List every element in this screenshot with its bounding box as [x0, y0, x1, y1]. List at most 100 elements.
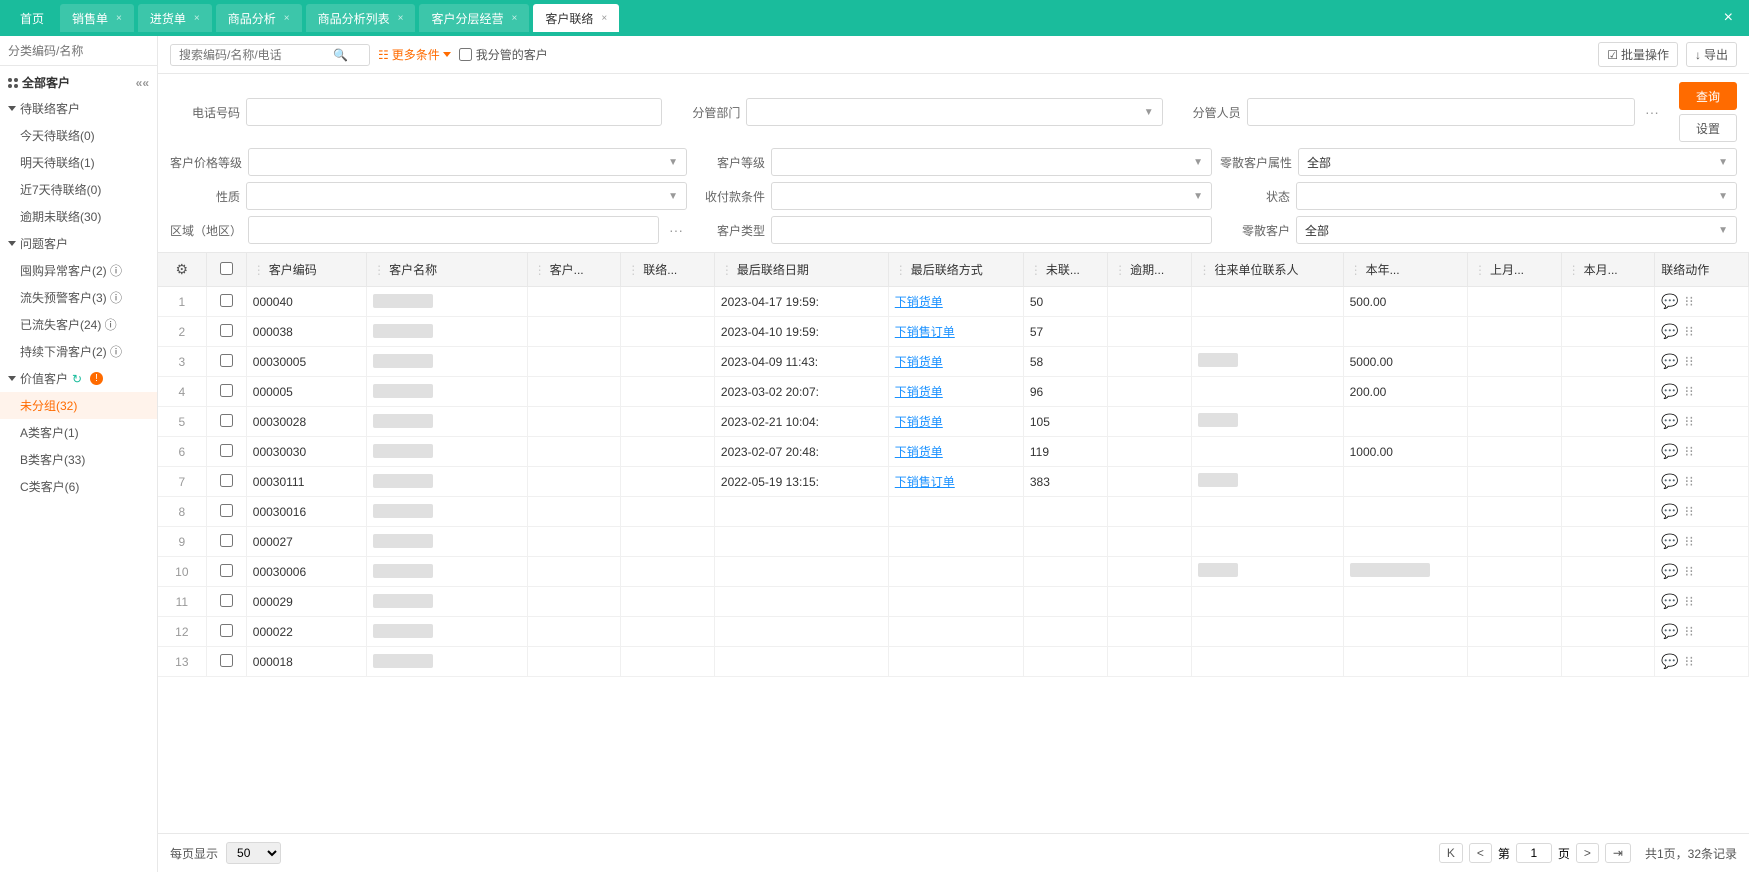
method-sort[interactable]: 最后联络方式	[895, 261, 1017, 278]
more-action-icon[interactable]: ⁝⁝	[1685, 353, 1694, 370]
sidebar-item-today[interactable]: 今天待联络(0)	[0, 122, 157, 149]
overdue-sort[interactable]: 逾期...	[1114, 261, 1185, 278]
refresh-icon[interactable]: ↻	[72, 372, 82, 386]
reset-button[interactable]: 设置	[1679, 114, 1737, 142]
sidebar-item-7days[interactable]: 近7天待联络(0)	[0, 176, 157, 203]
row-checkbox[interactable]	[220, 384, 233, 397]
col-date-header[interactable]: 最后联络日期	[714, 253, 888, 287]
chat-icon[interactable]: 💬	[1661, 563, 1678, 580]
scatter-attr-select[interactable]: 全部 ▼	[1298, 148, 1737, 176]
page-size-select[interactable]: 50 100 200	[226, 842, 281, 864]
chat-icon[interactable]: 💬	[1661, 413, 1678, 430]
nav-tab-customer-contact[interactable]: 客户联络 ×	[533, 4, 619, 32]
row-checkbox[interactable]	[220, 624, 233, 637]
row-checkbox[interactable]	[220, 414, 233, 427]
dept-select[interactable]: ▼	[746, 98, 1162, 126]
close-customer-layer-icon[interactable]: ×	[511, 13, 517, 24]
next-page-button[interactable]: >	[1576, 843, 1599, 863]
first-page-button[interactable]: K	[1439, 843, 1463, 863]
nav-tab-analysis-list[interactable]: 商品分析列表 ×	[306, 4, 416, 32]
select-all-checkbox[interactable]	[220, 262, 233, 275]
chat-icon[interactable]: 💬	[1661, 443, 1678, 460]
contact-method-link[interactable]: 下销货单	[895, 415, 943, 429]
nav-home-tab[interactable]: 首页	[8, 4, 56, 32]
export-button[interactable]: ↓ 导出	[1686, 42, 1737, 67]
sidebar-item-overdue[interactable]: 逾期未联络(30)	[0, 203, 157, 230]
page-number-input[interactable]	[1516, 843, 1552, 863]
manager-input[interactable]	[1247, 98, 1635, 126]
chat-icon[interactable]: 💬	[1661, 623, 1678, 640]
col-thisyear-header[interactable]: 本年...	[1343, 253, 1467, 287]
more-action-icon[interactable]: ⁝⁝	[1685, 443, 1694, 460]
code-sort[interactable]: 客户编码	[253, 261, 360, 278]
col-type-header[interactable]: 客户...	[527, 253, 621, 287]
chat-icon[interactable]: 💬	[1661, 503, 1678, 520]
scatter-customer-select[interactable]: 全部 ▼	[1296, 216, 1737, 244]
more-action-icon[interactable]: ⁝⁝	[1685, 413, 1694, 430]
row-checkbox[interactable]	[220, 504, 233, 517]
col-thismonth-header[interactable]: 本月...	[1561, 253, 1655, 287]
chat-icon[interactable]: 💬	[1661, 353, 1678, 370]
sidebar-item-classB[interactable]: B类客户(33)	[0, 446, 157, 473]
contact-method-link[interactable]: 下销货单	[895, 355, 943, 369]
batch-operation-button[interactable]: ☑ 批量操作	[1598, 42, 1678, 67]
sidebar-group-pending[interactable]: 待联络客户	[0, 95, 157, 122]
chat-icon[interactable]: 💬	[1661, 593, 1678, 610]
close-analysis-icon[interactable]: ×	[284, 13, 290, 24]
more-action-icon[interactable]: ⁝⁝	[1685, 293, 1694, 310]
sidebar-search-input[interactable]	[8, 44, 158, 58]
sidebar-group-value[interactable]: 价值客户 ↻ !	[0, 365, 157, 392]
sidebar-collapse-icon[interactable]: ««	[136, 76, 149, 90]
phone-input[interactable]	[246, 98, 662, 126]
nature-select[interactable]: ▼	[246, 182, 687, 210]
col-checkbox-header[interactable]	[206, 253, 246, 287]
row-checkbox[interactable]	[220, 294, 233, 307]
sidebar-item-classC[interactable]: C类客户(6)	[0, 473, 157, 500]
date-sort[interactable]: 最后联络日期	[721, 261, 882, 278]
row-checkbox[interactable]	[220, 474, 233, 487]
nav-tab-sales[interactable]: 销售单 ×	[60, 4, 134, 32]
contact-sort[interactable]: 联络...	[627, 261, 708, 278]
customer-level-select[interactable]: ▼	[771, 148, 1212, 176]
nav-tab-purchase[interactable]: 进货单 ×	[138, 4, 212, 32]
status-select[interactable]: ▼	[1296, 182, 1737, 210]
row-checkbox[interactable]	[220, 654, 233, 667]
chat-icon[interactable]: 💬	[1661, 293, 1678, 310]
chat-icon[interactable]: 💬	[1661, 653, 1678, 670]
sidebar-item-ungroup[interactable]: 未分组(32)	[0, 392, 157, 419]
contact-method-link[interactable]: 下销售订单	[895, 475, 955, 489]
sidebar-group-problem[interactable]: 问题客户	[0, 230, 157, 257]
contact-method-link[interactable]: 下销货单	[895, 295, 943, 309]
close-sales-icon[interactable]: ×	[116, 13, 122, 24]
sidebar-item-warning[interactable]: 流失预警客户(3) ⓘ	[0, 284, 157, 311]
contact-method-link[interactable]: 下销售订单	[895, 325, 955, 339]
close-purchase-icon[interactable]: ×	[194, 13, 200, 24]
col-uncontact-header[interactable]: 未联...	[1023, 253, 1107, 287]
more-action-icon[interactable]: ⁝⁝	[1685, 653, 1694, 670]
close-customer-contact-icon[interactable]: ×	[601, 13, 607, 24]
row-checkbox[interactable]	[220, 564, 233, 577]
more-action-icon[interactable]: ⁝⁝	[1685, 593, 1694, 610]
col-method-header[interactable]: 最后联络方式	[888, 253, 1023, 287]
chat-icon[interactable]: 💬	[1661, 323, 1678, 340]
close-all-button[interactable]: ×	[1716, 9, 1741, 27]
chat-icon[interactable]: 💬	[1661, 473, 1678, 490]
uncontact-sort[interactable]: 未联...	[1030, 261, 1101, 278]
settings-icon[interactable]	[176, 261, 189, 277]
more-action-icon[interactable]: ⁝⁝	[1685, 323, 1694, 340]
prev-page-button[interactable]: <	[1469, 843, 1492, 863]
thisyear-sort[interactable]: 本年...	[1350, 261, 1461, 278]
filter-search-input[interactable]	[179, 48, 329, 62]
col-contact-header[interactable]: 联络...	[621, 253, 715, 287]
more-conditions-btn[interactable]: ☷ 更多条件	[378, 46, 451, 63]
more-action-icon[interactable]: ⁝⁝	[1685, 533, 1694, 550]
my-customers-input[interactable]	[459, 48, 472, 61]
chat-icon[interactable]: 💬	[1661, 383, 1678, 400]
sidebar-item-classA[interactable]: A类客户(1)	[0, 419, 157, 446]
query-button[interactable]: 查询	[1679, 82, 1737, 110]
sidebar-item-lost[interactable]: 已流失客户(24) ⓘ	[0, 311, 157, 338]
sidebar-item-tomorrow[interactable]: 明天待联络(1)	[0, 149, 157, 176]
row-checkbox[interactable]	[220, 354, 233, 367]
row-checkbox[interactable]	[220, 594, 233, 607]
col-settings[interactable]	[158, 253, 206, 287]
